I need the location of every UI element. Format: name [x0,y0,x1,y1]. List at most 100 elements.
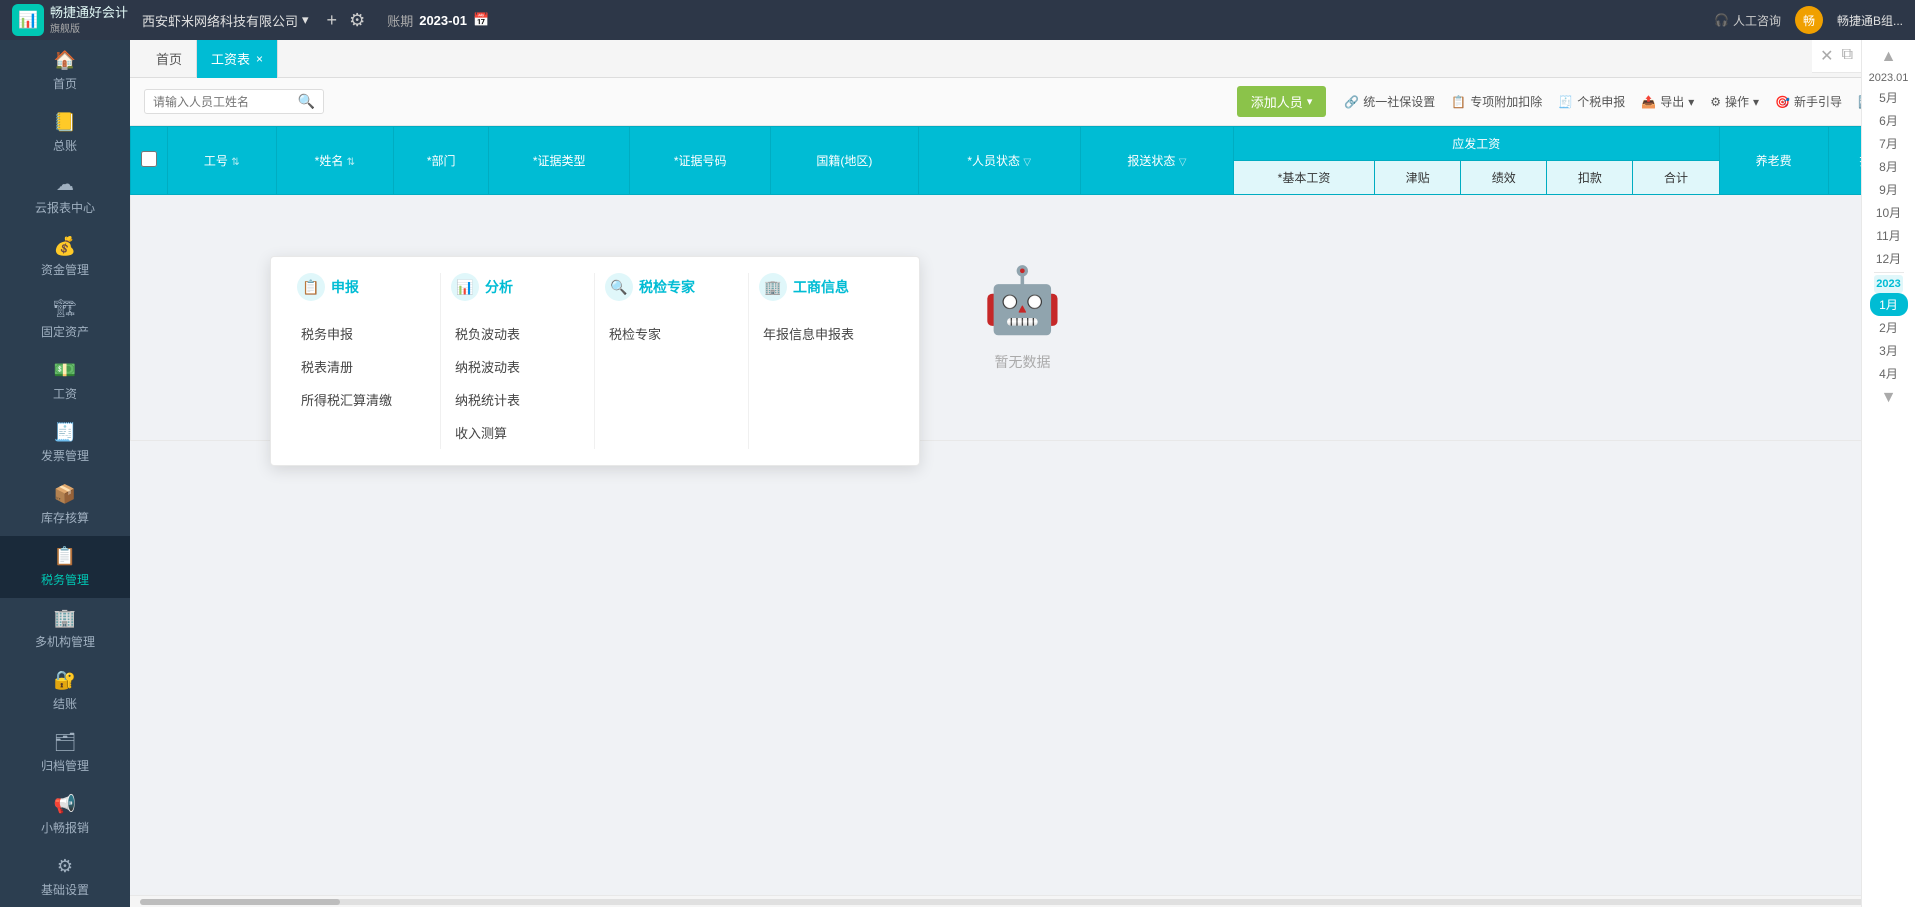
popup-col-header-analysis: 📊 分析 [451,273,584,307]
tab-home[interactable]: 首页 [142,40,197,78]
popup-item-tax-declare[interactable]: 税务申报 [297,317,430,350]
period-info: 账期 2023-01 📅 [387,11,489,30]
timeline-month-10[interactable]: 10月 [1870,201,1908,224]
inventory-icon: 📦 [54,484,76,505]
popup-col-declaration: 📋 申报 税务申报 税表清册 所得税汇算清缴 [287,273,441,449]
action-operate[interactable]: ⚙ 操作 ▾ [1710,93,1759,110]
popup-col-header-business: 🏢 工商信息 [759,273,893,307]
action-guide[interactable]: 🎯 新手引导 [1775,93,1842,110]
company-dropdown-icon: ▾ [302,12,309,28]
popup-col-header-tax-expert: 🔍 税检专家 [605,273,738,307]
sidebar-item-settings[interactable]: ⚙ 基础设置 [0,846,130,907]
closing-icon: 🔐 [54,670,76,691]
sidebar-item-closing[interactable]: 🔐 结账 [0,660,130,722]
col-group-payable: 应发工资 [1233,127,1719,161]
col-nationality: 国籍(地区) [771,127,918,195]
select-all-checkbox[interactable] [141,151,157,167]
sidebar-label-invoice: 发票管理 [41,447,89,464]
search-input-wrap[interactable]: 🔍 [144,89,324,114]
popup-item-tax-stats[interactable]: 纳税统计表 [451,383,584,416]
sort-icon-name: ⇅ [347,157,355,168]
timeline-month-3[interactable]: 3月 [1870,339,1908,362]
timeline-nav-down[interactable]: ▼ [1877,385,1901,411]
tax-expert-col-icon: 🔍 [605,273,633,301]
table-container: 工号 ⇅ *姓名 ⇅ *部门 *证据类型 *证据号码 国籍(地区) *人员状态 … [130,126,1915,895]
calendar-icon[interactable]: 📅 [473,12,489,28]
sidebar-item-home[interactable]: 🏠 首页 [0,40,130,102]
popup-item-income-estimate[interactable]: 收入测算 [451,416,584,449]
timeline-month-7[interactable]: 7月 [1870,132,1908,155]
filter-icon-person[interactable]: ▽ [1023,157,1031,168]
sidebar-item-inventory[interactable]: 📦 库存核算 [0,474,130,536]
headset-icon: 🎧 [1714,13,1729,27]
timeline-month-9[interactable]: 9月 [1870,178,1908,201]
window-restore-button[interactable]: ⧉ [1842,46,1853,66]
sidebar-item-archive[interactable]: 🗂 归档管理 [0,722,130,784]
timeline-month-6[interactable]: 6月 [1870,109,1908,132]
add-person-label: 添加人员 [1251,92,1303,111]
settings-icon[interactable]: ⚙ [349,10,365,31]
funds-icon: 💰 [54,236,76,257]
tab-salary-label: 工资表 [211,49,250,68]
timeline-nav-up[interactable]: ▲ [1877,44,1901,70]
popup-item-annual-report[interactable]: 年报信息申报表 [759,317,893,350]
sidebar-item-assets[interactable]: 🏗 固定资产 [0,288,130,350]
timeline-month-2[interactable]: 2月 [1870,316,1908,339]
export-label: 导出 [1660,93,1684,110]
logo-icon: 📊 [12,4,44,36]
action-export[interactable]: 📤 导出 ▾ [1641,93,1694,110]
action-social-security[interactable]: 🔗 统一社保设置 [1344,93,1435,110]
tax-icon: 📋 [54,546,76,567]
timeline-month-8[interactable]: 8月 [1870,155,1908,178]
user-name[interactable]: 畅捷通B组... [1837,12,1903,29]
toolbar: 🔍 添加人员 ▾ 🔗 统一社保设置 📋 专项附加扣除 🧾 个税申报 [130,78,1915,126]
user-service-button[interactable]: 🎧 人工咨询 [1714,12,1781,29]
filter-icon-report[interactable]: ▽ [1179,157,1187,168]
col-allowance: 津贴 [1375,161,1461,195]
timeline-month-12[interactable]: 12月 [1870,247,1908,270]
sidebar-item-salary[interactable]: 💵 工资 [0,350,130,412]
tax-report-icon: 🧾 [1558,95,1573,109]
timeline-month-4[interactable]: 4月 [1870,362,1908,385]
col-performance: 绩效 [1461,161,1547,195]
add-person-button[interactable]: 添加人员 ▾ [1237,86,1327,117]
main-layout: 🏠 首页 📒 总账 ☁ 云报表中心 💰 资金管理 🏗 固定资产 💵 工资 🧾 发… [0,40,1915,907]
business-col-title: 工商信息 [793,277,849,297]
add-company-icon[interactable]: + [327,10,338,31]
timeline-month-1[interactable]: 1月 [1870,293,1908,316]
col-person-status: *人员状态 ▽ [918,127,1080,195]
declaration-col-title: 申报 [331,277,359,297]
sidebar-item-multi-org[interactable]: 🏢 多机构管理 [0,598,130,660]
popup-item-tax-table[interactable]: 税表清册 [297,350,430,383]
window-close-button[interactable]: ✕ [1820,46,1833,66]
social-security-label: 统一社保设置 [1363,93,1435,110]
company-selector[interactable]: 西安虾米网络科技有限公司 ▾ [142,11,309,30]
search-input[interactable] [153,95,294,109]
sidebar-item-cloud[interactable]: ☁ 云报表中心 [0,164,130,226]
bottom-scrollbar[interactable] [130,895,1915,907]
popup-item-income-tax-settlement[interactable]: 所得税汇算清缴 [297,383,430,416]
business-col-icon: 🏢 [759,273,787,301]
action-special-deduct[interactable]: 📋 专项附加扣除 [1451,93,1542,110]
sidebar-item-ledger[interactable]: 📒 总账 [0,102,130,164]
timeline: ▲ 2023.01 5月 6月 7月 8月 9月 10月 11月 12月 202… [1861,40,1915,907]
settings-nav-icon: ⚙ [57,856,73,877]
action-tax-report[interactable]: 🧾 个税申报 [1558,93,1625,110]
popup-item-tax-burden[interactable]: 税负波动表 [451,317,584,350]
timeline-month-5[interactable]: 5月 [1870,86,1908,109]
sidebar-item-tax[interactable]: 📋 税务管理 [0,536,130,598]
popup-item-tax-expert[interactable]: 税检专家 [605,317,738,350]
popup-col-analysis: 📊 分析 税负波动表 纳税波动表 纳税统计表 收入测算 [441,273,595,449]
scrollbar-thumb[interactable] [140,899,340,905]
tab-close-icon[interactable]: × [256,52,263,66]
sidebar-item-funds[interactable]: 💰 资金管理 [0,226,130,288]
timeline-month-11[interactable]: 11月 [1870,224,1908,247]
add-dropdown-arrow: ▾ [1307,95,1313,108]
sidebar-label-tax: 税务管理 [41,571,89,588]
popup-item-tax-payment-fluctuation[interactable]: 纳税波动表 [451,350,584,383]
sidebar-item-invoice[interactable]: 🧾 发票管理 [0,412,130,474]
invoice-icon: 🧾 [54,422,76,443]
tab-salary[interactable]: 工资表 × [197,40,278,78]
col-dept: *部门 [394,127,489,195]
sidebar-item-xiaochang[interactable]: 📢 小畅报销 [0,784,130,846]
